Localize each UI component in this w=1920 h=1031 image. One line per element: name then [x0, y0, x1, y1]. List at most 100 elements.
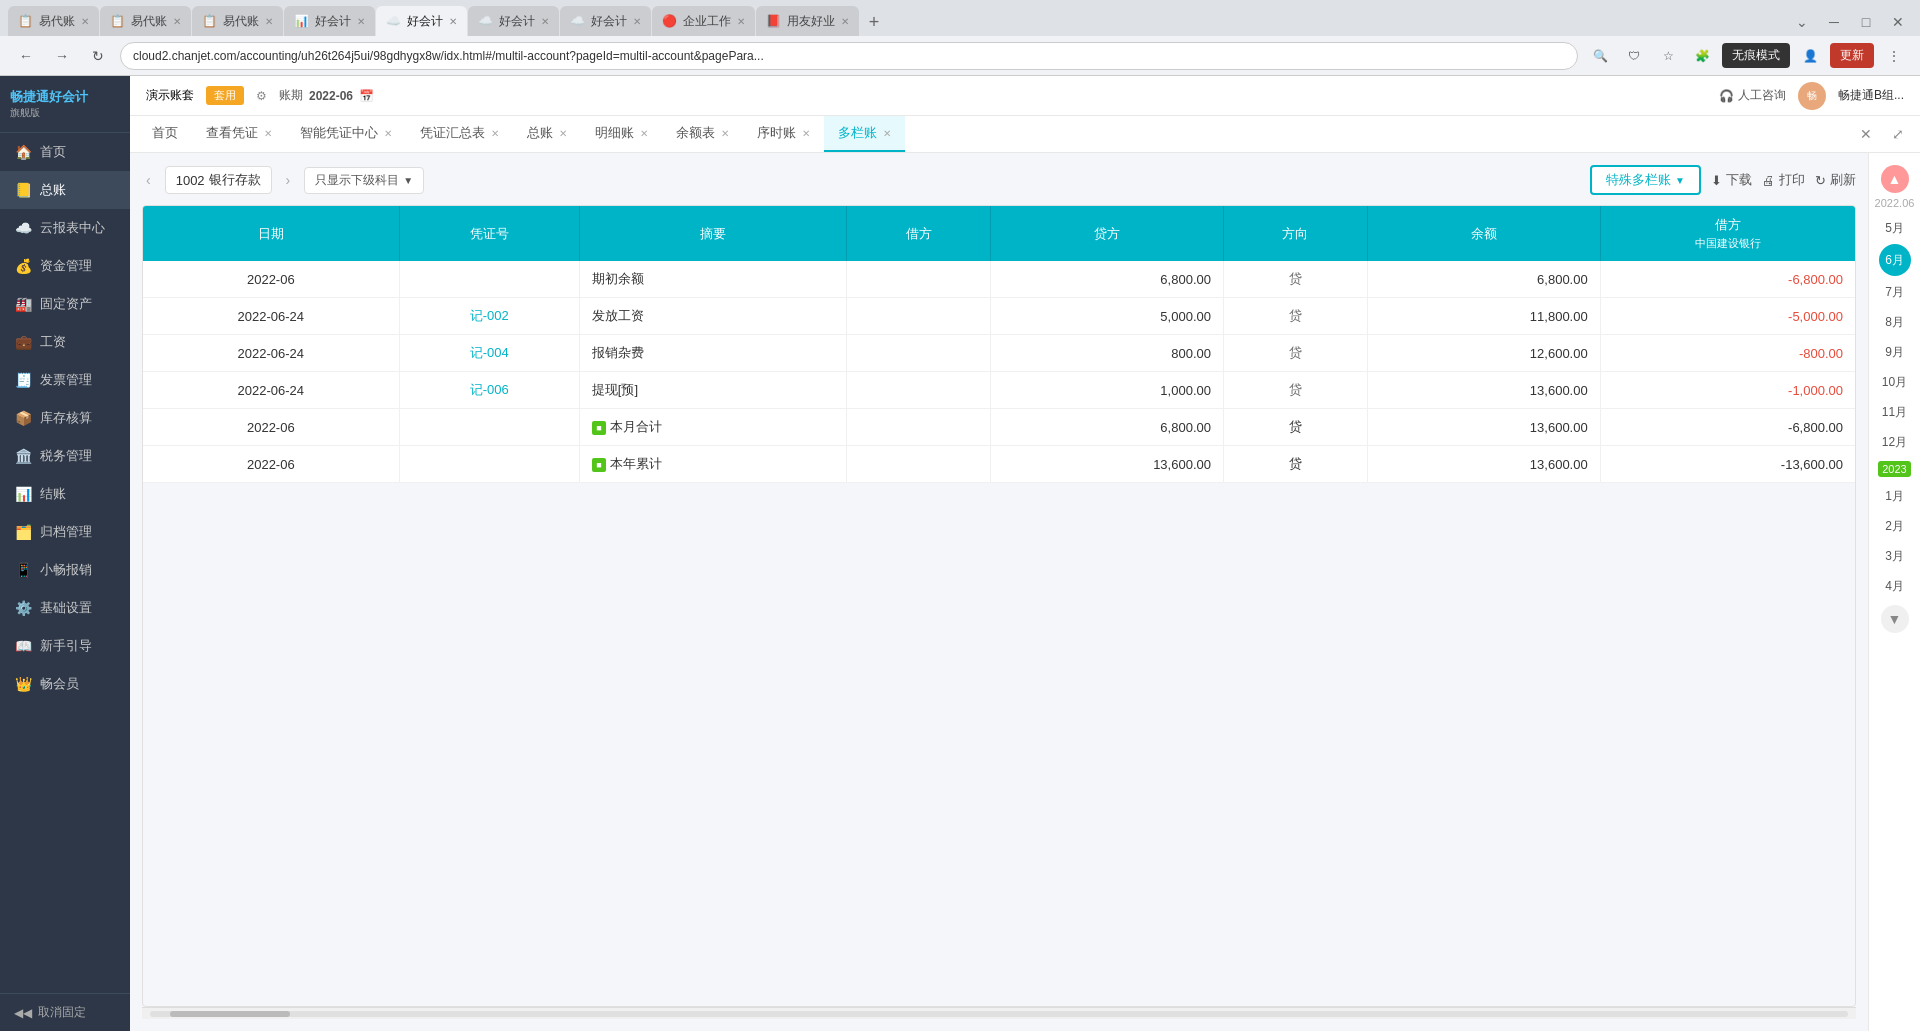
- star-icon[interactable]: ☆: [1654, 42, 1682, 70]
- tab-list-button[interactable]: ⌄: [1788, 8, 1816, 36]
- sidebar-item-小畅报销[interactable]: 📱小畅报销: [0, 551, 130, 589]
- pin-button[interactable]: ◀◀ 取消固定: [0, 993, 130, 1031]
- incognito-button[interactable]: 无痕模式: [1722, 43, 1790, 68]
- browser-tab[interactable]: 📋易代账✕: [8, 6, 99, 36]
- timeline-month-2月[interactable]: 2月: [1877, 512, 1913, 540]
- nav-tab-序时账[interactable]: 序时账✕: [743, 116, 824, 152]
- refresh-button[interactable]: ↻ 刷新: [1815, 171, 1856, 189]
- close-panel-button[interactable]: ✕: [1852, 120, 1880, 148]
- sidebar-item-新手引导[interactable]: 📖新手引导: [0, 627, 130, 665]
- browser-tab[interactable]: ☁️好会计✕: [560, 6, 651, 36]
- browser-tab[interactable]: 📋易代账✕: [100, 6, 191, 36]
- account-selector[interactable]: 1002 银行存款: [165, 166, 272, 194]
- browser-tab[interactable]: ☁️好会计✕: [376, 6, 467, 36]
- minimize-button[interactable]: ─: [1820, 8, 1848, 36]
- user-icon[interactable]: 👤: [1796, 42, 1824, 70]
- nav-tab-close-button[interactable]: ✕: [802, 128, 810, 139]
- sidebar-item-首页[interactable]: 🏠首页: [0, 133, 130, 171]
- timeline-month-12月[interactable]: 12月: [1877, 428, 1913, 456]
- timeline-month-11月[interactable]: 11月: [1877, 398, 1913, 426]
- browser-tab[interactable]: 🔴企业工作✕: [652, 6, 755, 36]
- nav-tab-close-button[interactable]: ✕: [640, 128, 648, 139]
- update-button[interactable]: 更新: [1830, 43, 1874, 68]
- nav-tab-余额表[interactable]: 余额表✕: [662, 116, 743, 152]
- sidebar-item-归档管理[interactable]: 🗂️归档管理: [0, 513, 130, 551]
- scroll-thumb[interactable]: [170, 1011, 290, 1017]
- nav-tab-凭证汇总表[interactable]: 凭证汇总表✕: [406, 116, 513, 152]
- sidebar-item-基础设置[interactable]: ⚙️基础设置: [0, 589, 130, 627]
- browser-tab[interactable]: ☁️好会计✕: [468, 6, 559, 36]
- tab-close-button[interactable]: ✕: [357, 16, 365, 27]
- settings-icon[interactable]: ⚙: [256, 89, 267, 103]
- calendar-icon[interactable]: 📅: [359, 89, 374, 103]
- sidebar-item-固定资产[interactable]: 🏭固定资产: [0, 285, 130, 323]
- refresh-button[interactable]: ↻: [84, 42, 112, 70]
- sidebar-item-资金管理[interactable]: 💰资金管理: [0, 247, 130, 285]
- sub-filter-dropdown[interactable]: 只显示下级科目 ▼: [304, 167, 424, 194]
- sidebar-item-税务管理[interactable]: 🏛️税务管理: [0, 437, 130, 475]
- timeline-down-button[interactable]: ▼: [1881, 605, 1909, 633]
- timeline-month-4月[interactable]: 4月: [1877, 572, 1913, 600]
- timeline-month-6月[interactable]: 6月: [1879, 244, 1911, 276]
- timeline-month-1月[interactable]: 1月: [1877, 482, 1913, 510]
- nav-tab-close-button[interactable]: ✕: [491, 128, 499, 139]
- sidebar-item-工资[interactable]: 💼工资: [0, 323, 130, 361]
- timeline-month-8月[interactable]: 8月: [1877, 308, 1913, 336]
- tab-close-button[interactable]: ✕: [841, 16, 849, 27]
- settings-icon[interactable]: ⋮: [1880, 42, 1908, 70]
- nav-tab-close-button[interactable]: ✕: [384, 128, 392, 139]
- tab-close-button[interactable]: ✕: [541, 16, 549, 27]
- browser-tab[interactable]: 📕用友好业✕: [756, 6, 859, 36]
- nav-tab-首页[interactable]: 首页: [138, 116, 192, 152]
- nav-tab-总账[interactable]: 总账✕: [513, 116, 581, 152]
- nav-tab-close-button[interactable]: ✕: [721, 128, 729, 139]
- nav-tab-智能凭证中心[interactable]: 智能凭证中心✕: [286, 116, 406, 152]
- back-button[interactable]: ←: [12, 42, 40, 70]
- consult-button[interactable]: 🎧 人工咨询: [1719, 87, 1786, 104]
- next-account-button[interactable]: ›: [282, 172, 295, 188]
- search-icon[interactable]: 🔍: [1586, 42, 1614, 70]
- tab-close-button[interactable]: ✕: [173, 16, 181, 27]
- sidebar-item-畅会员[interactable]: 👑畅会员: [0, 665, 130, 703]
- shield-icon[interactable]: 🛡: [1620, 42, 1648, 70]
- extension-icon[interactable]: 🧩: [1688, 42, 1716, 70]
- tab-close-button[interactable]: ✕: [265, 16, 273, 27]
- tab-close-button[interactable]: ✕: [737, 16, 745, 27]
- print-button[interactable]: 🖨 打印: [1762, 171, 1805, 189]
- sidebar-item-结账[interactable]: 📊结账: [0, 475, 130, 513]
- url-bar[interactable]: cloud2.chanjet.com/accounting/uh26t264j5…: [120, 42, 1578, 70]
- prev-account-button[interactable]: ‹: [142, 172, 155, 188]
- nav-tab-close-button[interactable]: ✕: [883, 128, 891, 139]
- nav-tab-查看凭证[interactable]: 查看凭证✕: [192, 116, 286, 152]
- download-button[interactable]: ⬇ 下载: [1711, 171, 1752, 189]
- sidebar-item-发票管理[interactable]: 🧾发票管理: [0, 361, 130, 399]
- nav-tab-close-button[interactable]: ✕: [264, 128, 272, 139]
- timeline-month-9月[interactable]: 9月: [1877, 338, 1913, 366]
- nav-tab-close-button[interactable]: ✕: [559, 128, 567, 139]
- sidebar-item-总账[interactable]: 📒总账: [0, 171, 130, 209]
- close-window-button[interactable]: ✕: [1884, 8, 1912, 36]
- timeline-up-button[interactable]: ▲: [1881, 165, 1909, 193]
- voucher-link[interactable]: 记-002: [470, 308, 509, 323]
- voucher-link[interactable]: 记-004: [470, 345, 509, 360]
- new-tab-button[interactable]: +: [860, 8, 888, 36]
- multi-col-button[interactable]: 特殊多栏账 ▼: [1590, 165, 1701, 195]
- browser-tab[interactable]: 📋易代账✕: [192, 6, 283, 36]
- sidebar-item-云报表中心[interactable]: ☁️云报表中心: [0, 209, 130, 247]
- forward-button[interactable]: →: [48, 42, 76, 70]
- maximize-button[interactable]: □: [1852, 8, 1880, 36]
- sidebar-item-库存核算[interactable]: 📦库存核算: [0, 399, 130, 437]
- nav-tab-明细账[interactable]: 明细账✕: [581, 116, 662, 152]
- horizontal-scrollbar[interactable]: [142, 1007, 1856, 1019]
- tab-close-button[interactable]: ✕: [81, 16, 89, 27]
- nav-tab-多栏账[interactable]: 多栏账✕: [824, 116, 905, 152]
- tab-close-button[interactable]: ✕: [633, 16, 641, 27]
- timeline-month-3月[interactable]: 3月: [1877, 542, 1913, 570]
- expand-panel-button[interactable]: ⤢: [1884, 120, 1912, 148]
- timeline-month-10月[interactable]: 10月: [1877, 368, 1913, 396]
- voucher-link[interactable]: 记-006: [470, 382, 509, 397]
- browser-tab[interactable]: 📊好会计✕: [284, 6, 375, 36]
- timeline-month-7月[interactable]: 7月: [1877, 278, 1913, 306]
- tab-close-button[interactable]: ✕: [449, 16, 457, 27]
- timeline-month-5月[interactable]: 5月: [1877, 214, 1913, 242]
